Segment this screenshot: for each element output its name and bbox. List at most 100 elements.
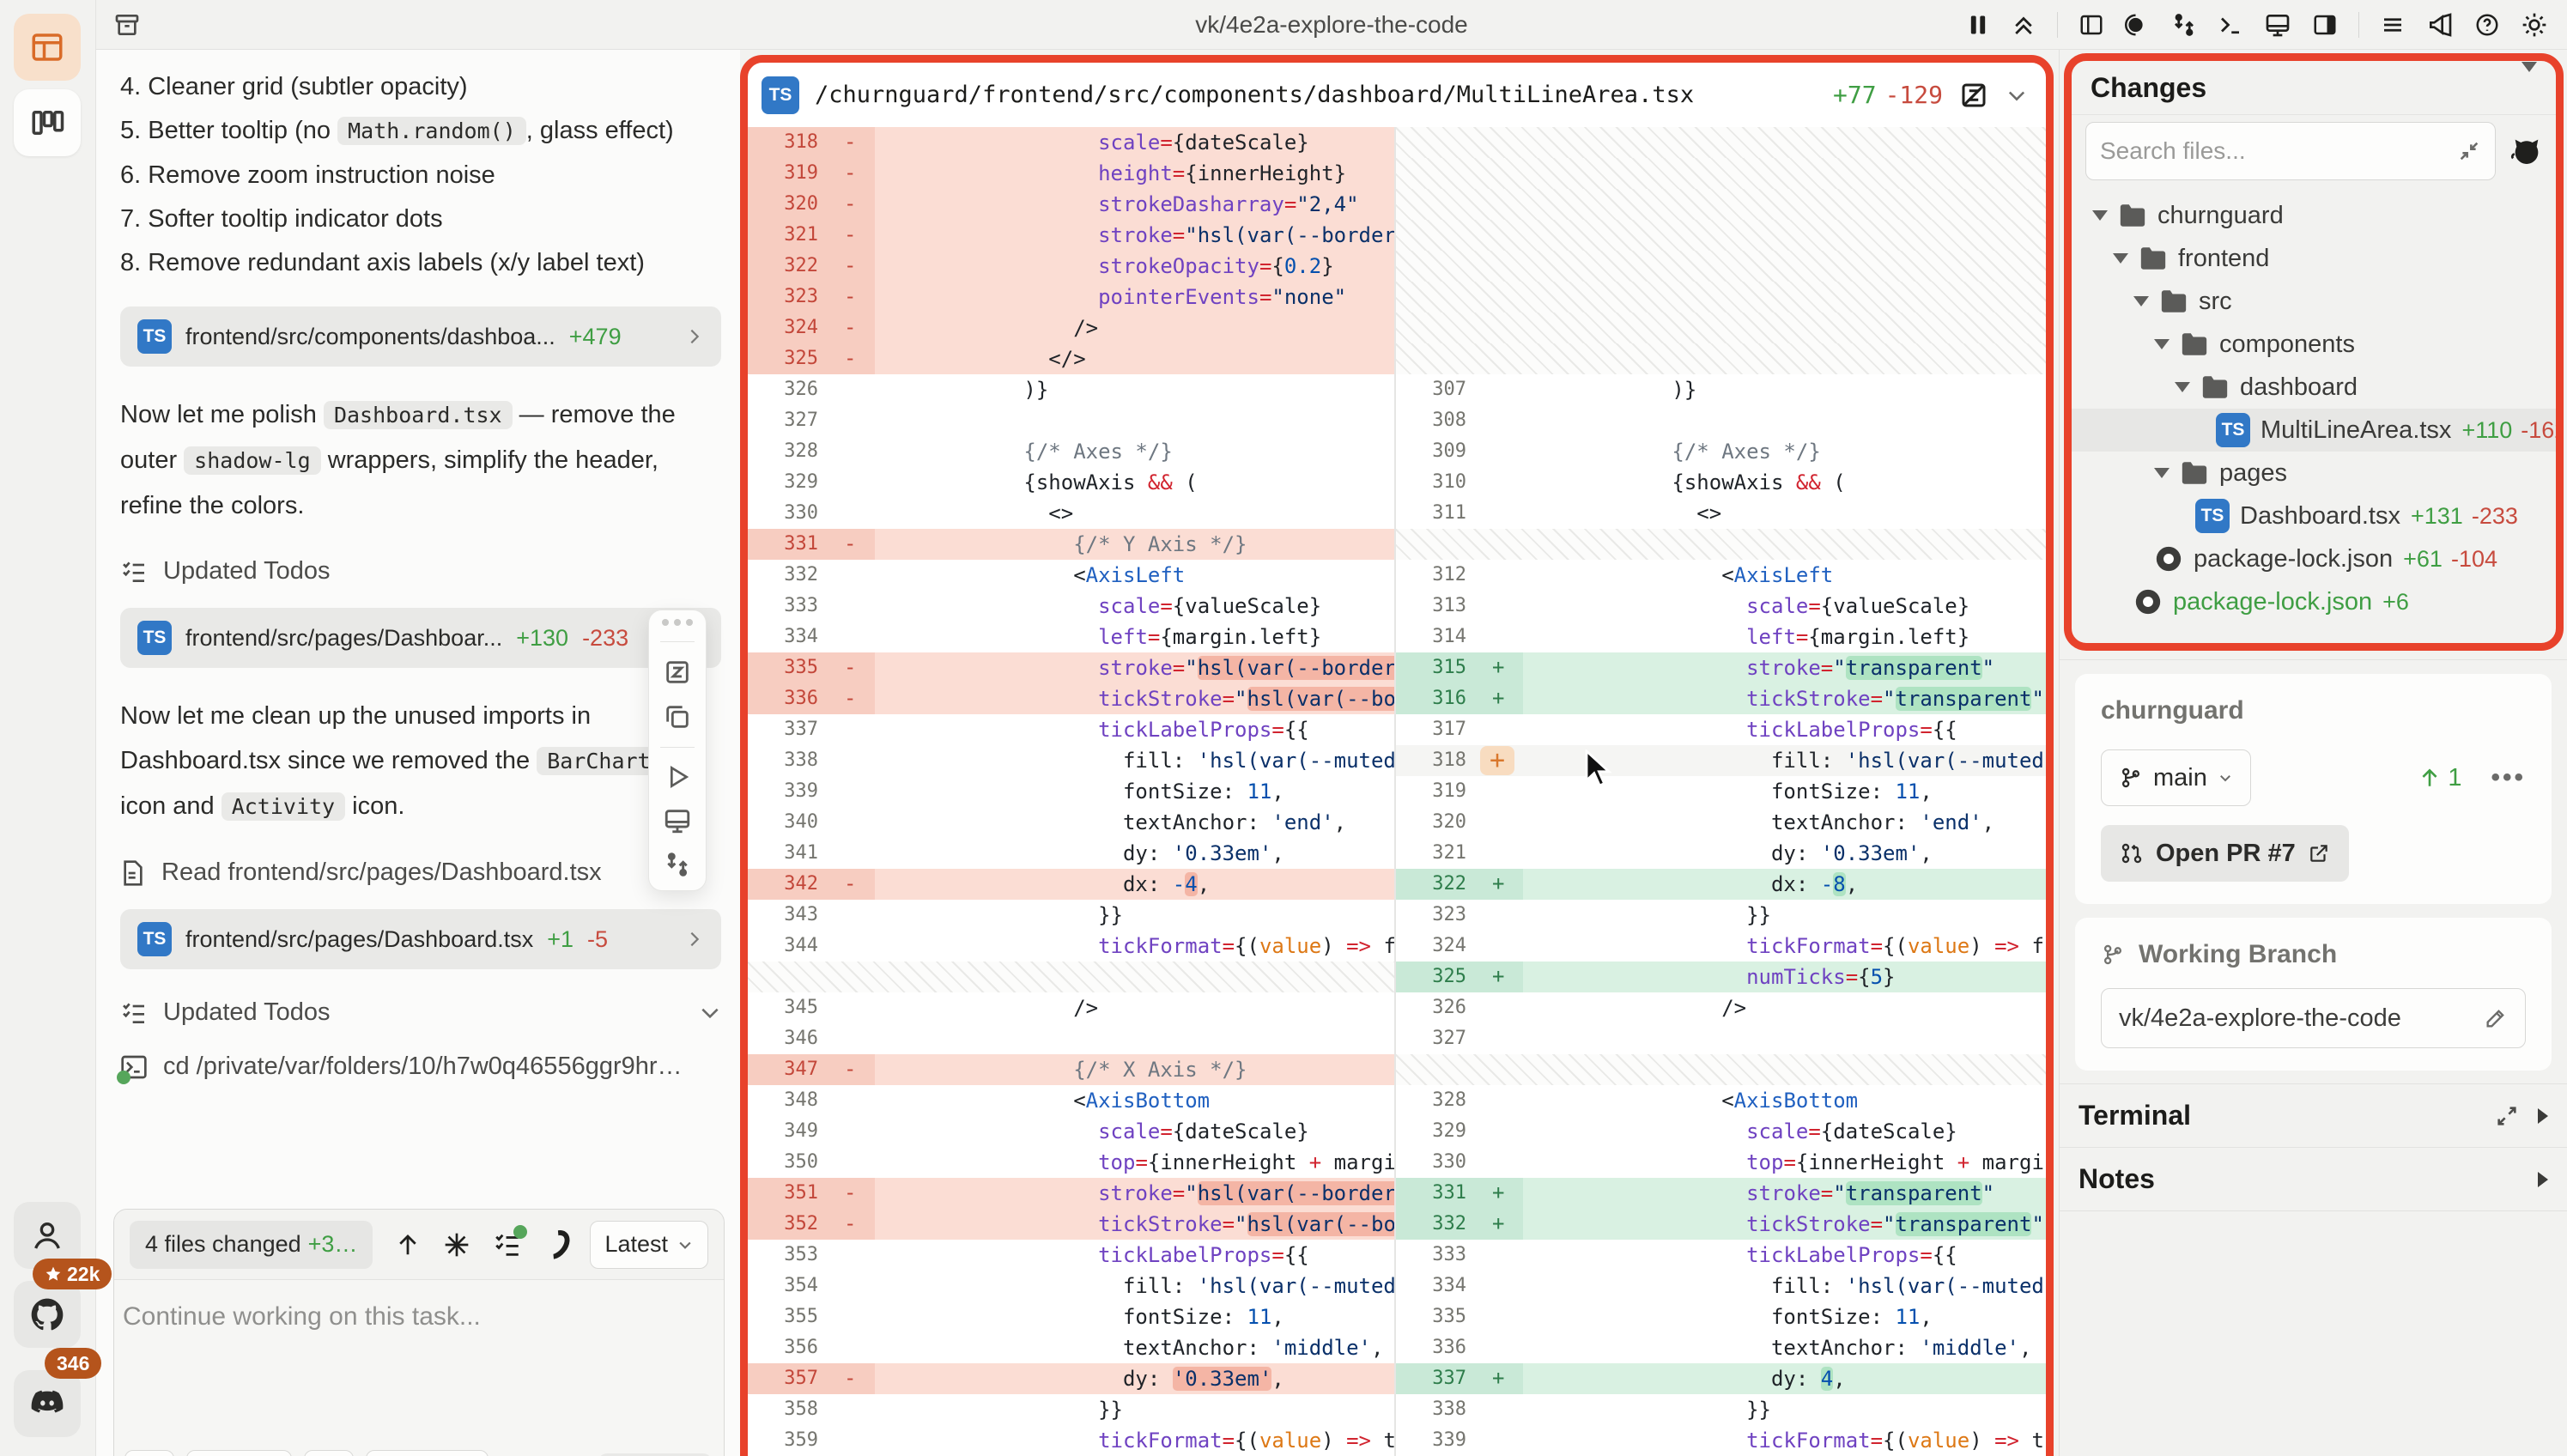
chevron-down-icon[interactable]: [699, 1002, 721, 1024]
monitor-icon[interactable]: [663, 806, 692, 835]
file-diff-chip[interactable]: TS frontend/src/pages/Dashboard.tsx +1 -…: [120, 909, 721, 969]
list-item: 8. Remove redundant axis labels (x/y lab…: [120, 241, 721, 284]
folder-icon: [2200, 374, 2230, 400]
caret-down-icon[interactable]: [2175, 382, 2190, 392]
tree-file[interactable]: TSDashboard.tsx+131-233: [2072, 494, 2556, 537]
status-dot: [117, 1071, 130, 1084]
spark-icon[interactable]: [443, 1231, 470, 1259]
search-input[interactable]: [2100, 137, 2457, 165]
tree-folder[interactable]: pages: [2072, 452, 2556, 494]
cat-icon[interactable]: [2509, 134, 2544, 168]
git-pull-request-icon: [2120, 841, 2144, 865]
tree-file[interactable]: package-lock.json+6: [2072, 580, 2556, 623]
add-comment-button[interactable]: +: [1480, 746, 1514, 775]
diff-line: 325+ numTicks={5}: [1396, 962, 2046, 992]
menu-icon[interactable]: [2380, 12, 2406, 38]
expand-icon[interactable]: [2495, 1104, 2519, 1128]
help-icon[interactable]: [2474, 12, 2500, 38]
collapse-all-icon[interactable]: [2011, 12, 2036, 38]
diff-row: 359 tickFormat={(value) => t339 tickForm…: [748, 1425, 2046, 1456]
diff-line: 339 tickFormat={(value) => t: [1396, 1425, 2046, 1456]
annotate-icon[interactable]: [663, 658, 692, 687]
panel-left-icon[interactable]: [2078, 12, 2104, 38]
tree-folder[interactable]: components: [2072, 323, 2556, 366]
changes-section-header[interactable]: Changes: [2072, 61, 2556, 114]
drag-handle-icon[interactable]: [662, 619, 693, 626]
diff-row: 330 <>311 <>: [748, 498, 2046, 529]
github-button[interactable]: [14, 1281, 81, 1348]
discord-button[interactable]: [14, 1370, 81, 1437]
ahead-count: 1: [2418, 764, 2461, 792]
git-compare-icon[interactable]: [2171, 12, 2197, 38]
files-changed-chip[interactable]: 4 files changed +3…: [130, 1221, 373, 1269]
monitor-icon[interactable]: [2264, 11, 2291, 39]
tree-folder[interactable]: churnguard: [2072, 194, 2556, 237]
diff-line: 333 tickLabelProps={{: [1396, 1240, 2046, 1271]
folder-icon: [2180, 331, 2209, 357]
fast-forward-button[interactable]: [304, 1450, 354, 1456]
theme-contrast-icon[interactable]: [2125, 12, 2151, 38]
caret-down-icon[interactable]: [2113, 253, 2128, 264]
board-view-button[interactable]: [14, 89, 81, 156]
read-file-row[interactable]: Read frontend/src/pages/Dashboard.tsx: [120, 858, 721, 887]
working-branch-input[interactable]: vk/4e2a-explore-the-code: [2101, 988, 2526, 1048]
announcements-icon[interactable]: [2426, 11, 2454, 39]
changes-file-tree: churnguardfrontendsrccomponentsdashboard…: [2072, 192, 2556, 623]
diff-line: 354 fill: 'hsl(var(--muted-foreground))': [748, 1271, 1394, 1301]
tree-item-label: Dashboard.tsx: [2240, 502, 2400, 531]
settings-sliders-button[interactable]: [124, 1450, 174, 1456]
copy-icon[interactable]: [663, 702, 692, 731]
terminal-icon[interactable]: [2218, 12, 2243, 38]
triangle-right-icon: [2538, 1108, 2548, 1124]
diff-row: 348 <AxisBottom328 <AxisBottom: [748, 1085, 2046, 1116]
version-select[interactable]: Latest: [590, 1221, 708, 1269]
chevron-down-icon[interactable]: [2005, 83, 2029, 107]
model-select[interactable]: Opus: [186, 1450, 292, 1456]
git-compare-icon[interactable]: [664, 851, 691, 878]
scroll-up-icon[interactable]: [395, 1232, 421, 1258]
diff-line: 337+ dy: 4,: [1396, 1363, 2046, 1394]
pause-icon[interactable]: [1966, 13, 1990, 37]
terminal-section-header[interactable]: Terminal: [2060, 1083, 2567, 1147]
diff-line: 339 fontSize: 11,: [748, 776, 1394, 807]
play-icon[interactable]: [664, 763, 691, 791]
message-input[interactable]: Continue working on this task...: [114, 1280, 724, 1332]
diff-added-count: +77: [1833, 81, 1877, 109]
layout-view-button[interactable]: [14, 14, 81, 81]
terminal-command-row[interactable]: cd /private/var/folders/10/h7w0q46556ggr…: [120, 1053, 721, 1081]
diff-row: 352- tickStroke="hsl(var(--border))"332+…: [748, 1209, 2046, 1240]
diff-line: 331+ stroke="transparent": [1396, 1178, 2046, 1209]
branch-select[interactable]: main: [2101, 749, 2251, 806]
tree-folder[interactable]: dashboard: [2072, 366, 2556, 409]
git-branch-icon: [2101, 943, 2125, 967]
caret-down-icon[interactable]: [2154, 339, 2170, 349]
todos-row[interactable]: Updated Todos: [120, 557, 721, 585]
tree-file[interactable]: package-lock.json+61-104: [2072, 537, 2556, 580]
tree-folder[interactable]: frontend: [2072, 237, 2556, 280]
file-search[interactable]: [2085, 122, 2496, 180]
notes-section-header[interactable]: Notes: [2060, 1147, 2567, 1210]
todo-list-icon[interactable]: [493, 1230, 522, 1259]
terminal-small-icon: [120, 1053, 148, 1081]
pencil-icon[interactable]: [2484, 1006, 2508, 1030]
diff-line: 359 tickFormat={(value) => t: [748, 1425, 1394, 1456]
file-diff-chip[interactable]: TS frontend/src/components/dashboa... +4…: [120, 306, 721, 367]
open-pr-button[interactable]: Open PR #7: [2101, 825, 2349, 882]
mode-select[interactable]: Default: [366, 1450, 489, 1456]
annotate-icon[interactable]: [1958, 80, 1989, 111]
diff-line: [1396, 220, 2046, 251]
tree-file[interactable]: TSMultiLineArea.tsx+110-162: [2072, 409, 2556, 452]
diff-row: 335- stroke="hsl(var(--border))"315+ str…: [748, 652, 2046, 683]
more-options-icon[interactable]: •••: [2491, 763, 2526, 792]
panel-right-icon[interactable]: [2312, 12, 2338, 38]
diff-line: 320 textAnchor: 'end',: [1396, 807, 2046, 838]
file-diff-chip[interactable]: TS frontend/src/pages/Dashboar... +130 -…: [120, 608, 721, 668]
caret-down-icon[interactable]: [2154, 468, 2170, 478]
todos-row[interactable]: Updated Todos: [120, 998, 721, 1027]
collapse-tree-icon[interactable]: [2457, 139, 2481, 163]
caret-down-icon[interactable]: [2133, 296, 2149, 306]
settings-gear-icon[interactable]: [2521, 11, 2548, 39]
caret-down-icon[interactable]: [2092, 210, 2108, 221]
tree-folder[interactable]: src: [2072, 280, 2556, 323]
github-stars-badge: 22k: [33, 1259, 112, 1289]
